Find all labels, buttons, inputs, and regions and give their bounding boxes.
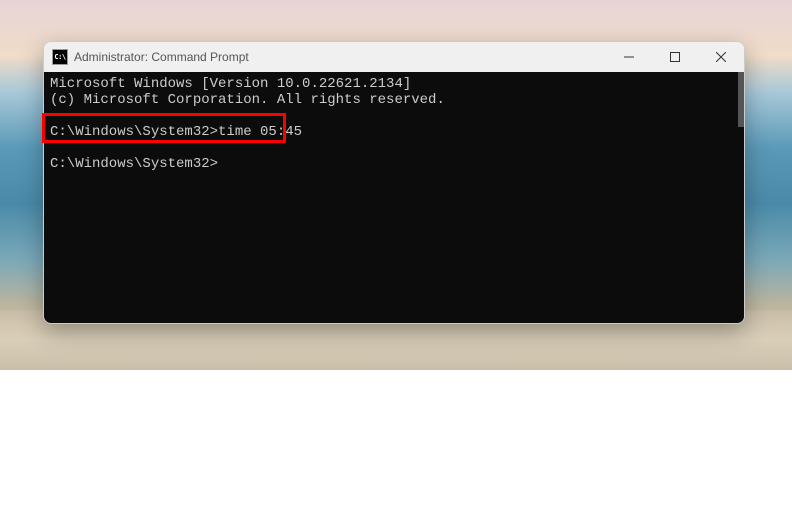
window-controls <box>606 42 744 72</box>
terminal-line: Microsoft Windows [Version 10.0.22621.21… <box>50 76 738 92</box>
terminal-line <box>50 140 738 156</box>
terminal-line: (c) Microsoft Corporation. All rights re… <box>50 92 738 108</box>
scrollbar-thumb[interactable] <box>738 72 744 127</box>
terminal-line: C:\Windows\System32> <box>50 156 738 172</box>
terminal-content[interactable]: Microsoft Windows [Version 10.0.22621.21… <box>44 72 744 323</box>
blank-area <box>0 370 792 516</box>
maximize-button[interactable] <box>652 42 698 72</box>
command-prompt-window: C:\ Administrator: Command Prompt Micros… <box>43 41 745 324</box>
titlebar[interactable]: C:\ Administrator: Command Prompt <box>44 42 744 72</box>
close-button[interactable] <box>698 42 744 72</box>
scrollbar-track <box>728 72 744 323</box>
cmd-icon: C:\ <box>52 49 68 65</box>
minimize-button[interactable] <box>606 42 652 72</box>
terminal-line: C:\Windows\System32>time 05:45 <box>50 124 738 140</box>
window-title: Administrator: Command Prompt <box>74 50 249 64</box>
terminal-line <box>50 108 738 124</box>
